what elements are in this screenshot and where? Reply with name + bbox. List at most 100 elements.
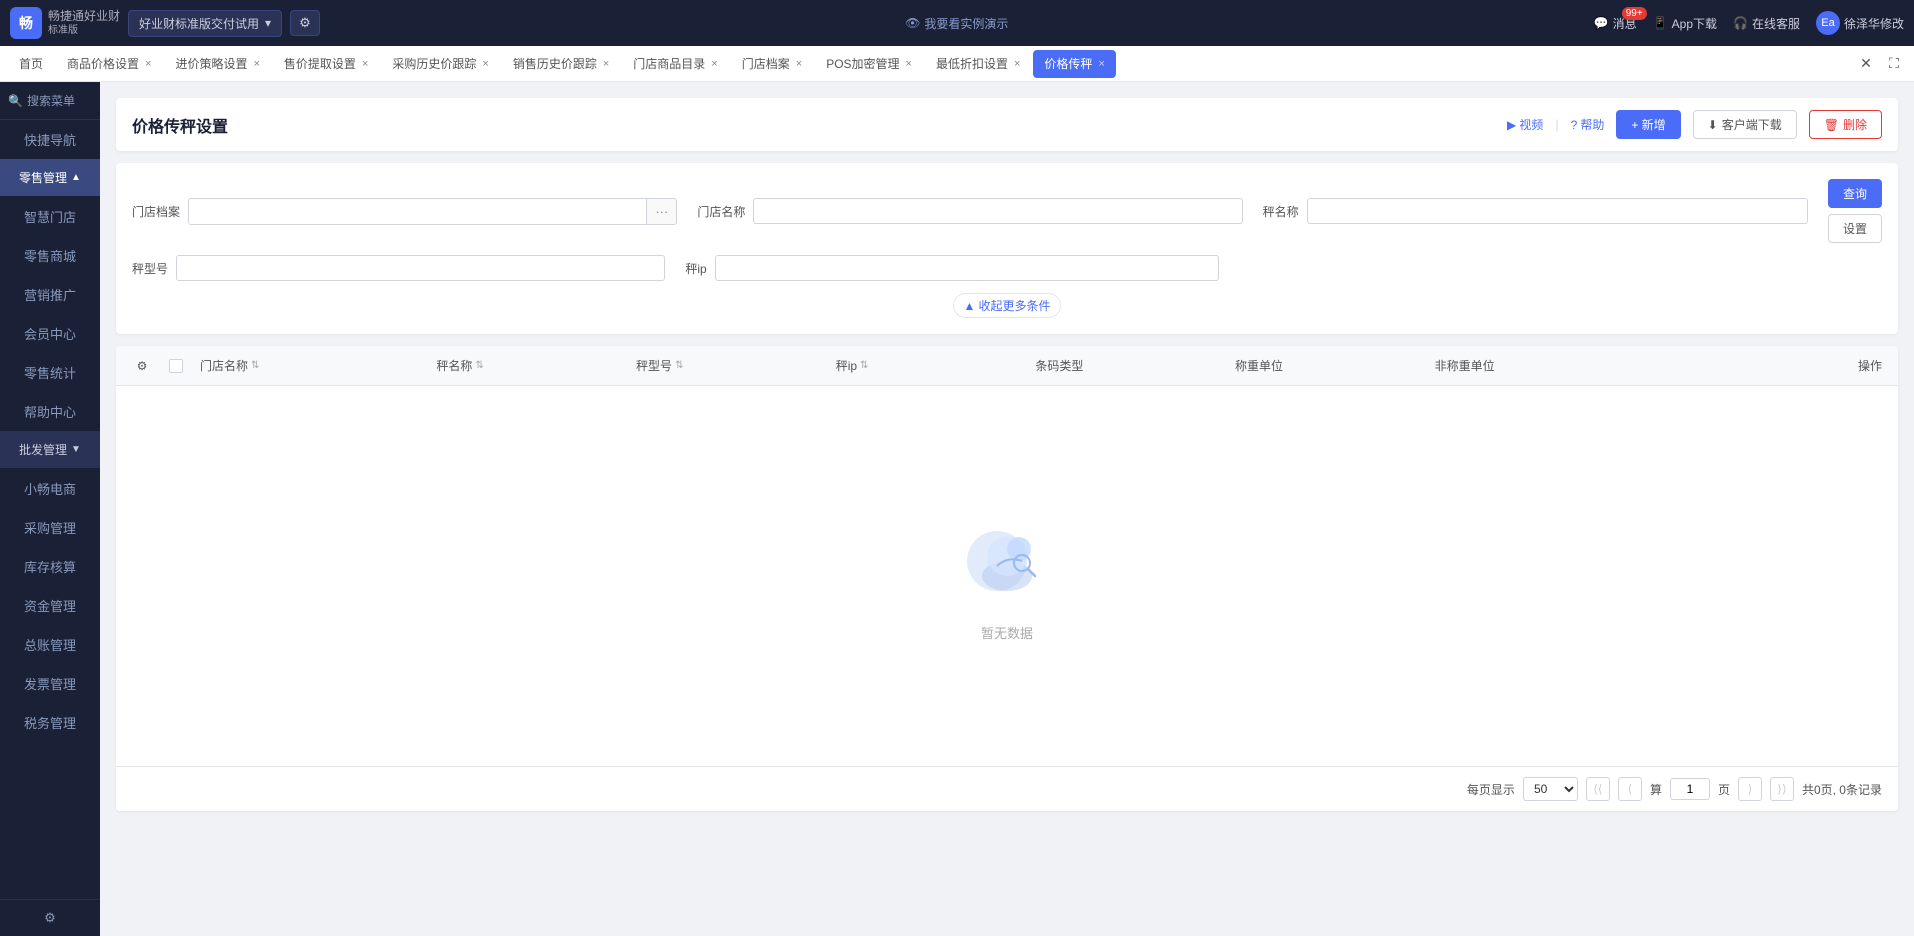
- table-card: ⚙ 门店名称 ⇅ 秤名称 ⇅ 秤型号 ⇅ 秤ip: [116, 346, 1898, 811]
- tab-close-all-button[interactable]: ✕: [1854, 52, 1878, 76]
- sidebar-item-quicknav[interactable]: 快捷导航: [0, 120, 100, 159]
- avatar: Ea: [1816, 11, 1840, 35]
- tab-advance-strategy[interactable]: 进价策略设置 ×: [164, 50, 270, 78]
- tab-store-catalog[interactable]: 门店商品目录 ×: [622, 50, 728, 78]
- filter-scale-type: 秤型号: [132, 255, 665, 281]
- sidebar-settings-button[interactable]: ⚙: [0, 899, 100, 936]
- store-name-input[interactable]: [753, 198, 1242, 224]
- scale-ip-input[interactable]: [715, 255, 1219, 281]
- th-barcode-type: 条码类型: [1027, 357, 1227, 374]
- filter-scale-ip: 秤ip: [685, 255, 1218, 281]
- gear-icon: ⚙: [299, 15, 311, 31]
- demo-link[interactable]: 👁 我要看实例演示: [905, 15, 1008, 32]
- app-download-button[interactable]: 📱 App下载: [1653, 15, 1717, 32]
- settings-button[interactable]: 设置: [1828, 214, 1882, 243]
- download-button[interactable]: ⬇ 客户端下载: [1693, 110, 1797, 139]
- th-action: 操作: [1810, 357, 1890, 374]
- next-page-button[interactable]: ⟩: [1738, 777, 1762, 801]
- tab-close-advance-strategy[interactable]: ×: [253, 58, 259, 70]
- sidebar-item-wholesale[interactable]: 批发管理 ▼: [0, 431, 100, 469]
- sidebar-item-inventory[interactable]: 库存核算: [0, 547, 100, 586]
- env-settings-button[interactable]: ⚙: [290, 10, 320, 36]
- tab-close-pos-manage[interactable]: ×: [906, 58, 912, 70]
- scale-name-input[interactable]: [1307, 198, 1808, 224]
- tab-home[interactable]: 首页: [8, 50, 54, 78]
- collapse-button[interactable]: ▲ 收起更多条件: [953, 293, 1062, 318]
- store-file-input[interactable]: [189, 199, 646, 223]
- app-logo-icon: 畅: [10, 7, 42, 39]
- sidebar-item-xiaochang[interactable]: 小畅电商: [0, 469, 100, 508]
- tab-purchase-history[interactable]: 采购历史价跟踪 ×: [381, 50, 499, 78]
- search-icon: 🔍: [8, 94, 23, 108]
- video-link[interactable]: ▶ 视频: [1507, 116, 1543, 133]
- chevron-down-icon-wholesale: ▼: [71, 444, 81, 455]
- tab-price-setting[interactable]: 商品价格设置 ×: [56, 50, 162, 78]
- select-all-checkbox[interactable]: [169, 359, 183, 373]
- tab-close-price-scale[interactable]: ×: [1098, 58, 1104, 70]
- sidebar-item-retail[interactable]: 零售管理 ▲: [0, 159, 100, 197]
- prev-page-button[interactable]: ⟨: [1618, 777, 1642, 801]
- sidebar-search[interactable]: 🔍 搜索菜单: [0, 82, 100, 120]
- content-area: 价格传秤设置 ▶ 视频 | ? 帮助 + 新增 ⬇ 客户端下载 🗑: [100, 82, 1914, 936]
- sidebar: 🔍 搜索菜单 快捷导航 零售管理 ▲ 智慧门店 零售商城 营销推广 会员中心 零…: [0, 82, 100, 936]
- app-logo: 畅 畅捷通好业财 标准版: [10, 7, 120, 39]
- top-bar: 畅 畅捷通好业财 标准版 好业财标准版交付试用 ▾ ⚙ 👁 我要看实例演示 💬 …: [0, 0, 1914, 46]
- sort-icon-scale-type[interactable]: ⇅: [675, 360, 683, 371]
- sort-icon-store-name[interactable]: ⇅: [251, 360, 259, 371]
- query-button[interactable]: 查询: [1828, 179, 1882, 208]
- filter-store-file: 门店档案 ···: [132, 198, 677, 225]
- download-icon: 📱: [1653, 16, 1668, 30]
- sidebar-item-ledger[interactable]: 总账管理: [0, 625, 100, 664]
- tab-expand-button[interactable]: ⛶: [1882, 52, 1906, 76]
- delete-button[interactable]: 🗑 删除: [1809, 110, 1882, 139]
- sidebar-item-retail-mall[interactable]: 零售商城: [0, 236, 100, 275]
- th-settings[interactable]: ⚙: [124, 359, 160, 373]
- table-header: ⚙ 门店名称 ⇅ 秤名称 ⇅ 秤型号 ⇅ 秤ip: [116, 346, 1898, 386]
- add-button[interactable]: + 新增: [1616, 110, 1680, 139]
- first-page-button[interactable]: ⟨⟨: [1586, 777, 1610, 801]
- page-input[interactable]: [1670, 778, 1710, 800]
- download-icon-btn: ⬇: [1708, 118, 1718, 132]
- user-info[interactable]: Ea 徐泽华修改: [1816, 11, 1904, 35]
- th-checkbox[interactable]: [160, 359, 192, 373]
- help-link[interactable]: ? 帮助: [1571, 116, 1605, 133]
- top-bar-center: 👁 我要看实例演示: [905, 15, 1008, 32]
- tab-close-price-setting[interactable]: ×: [145, 58, 151, 70]
- tab-close-sale-history[interactable]: ×: [603, 58, 609, 70]
- sort-icon-scale-name[interactable]: ⇅: [475, 360, 483, 371]
- online-service-button[interactable]: 🎧 在线客服: [1733, 15, 1800, 32]
- tab-min-discount[interactable]: 最低折扣设置 ×: [925, 50, 1031, 78]
- collapse-btn-wrapper: ▲ 收起更多条件: [132, 293, 1882, 318]
- tab-price-scale[interactable]: 价格传秤 ×: [1033, 50, 1115, 78]
- sidebar-item-retail-stat[interactable]: 零售统计: [0, 353, 100, 392]
- tab-bar-actions: ✕ ⛶: [1854, 52, 1906, 76]
- tab-store-file[interactable]: 门店档案 ×: [731, 50, 813, 78]
- sidebar-item-help[interactable]: 帮助中心: [0, 392, 100, 431]
- tab-pos-manage[interactable]: POS加密管理 ×: [815, 50, 923, 78]
- sidebar-item-invoice[interactable]: 发票管理: [0, 664, 100, 703]
- tab-close-purchase-history[interactable]: ×: [482, 58, 488, 70]
- tab-close-store-catalog[interactable]: ×: [711, 58, 717, 70]
- tab-close-min-discount[interactable]: ×: [1014, 58, 1020, 70]
- sidebar-item-member[interactable]: 会员中心: [0, 314, 100, 353]
- headset-icon: 🎧: [1733, 16, 1748, 30]
- page-size-select[interactable]: 50 10 20 100: [1523, 777, 1578, 801]
- last-page-button[interactable]: ⟩⟩: [1770, 777, 1794, 801]
- tab-close-sale-price[interactable]: ×: [362, 58, 368, 70]
- scale-type-input[interactable]: [176, 255, 665, 281]
- sidebar-item-finance[interactable]: 资金管理: [0, 586, 100, 625]
- tab-close-store-file[interactable]: ×: [796, 58, 802, 70]
- sidebar-item-purchase[interactable]: 采购管理: [0, 508, 100, 547]
- filter-row-1: 门店档案 ··· 门店名称 秤名称 查询 设置: [132, 179, 1882, 243]
- tab-sale-price[interactable]: 售价提取设置 ×: [273, 50, 379, 78]
- sidebar-item-tax[interactable]: 税务管理: [0, 703, 100, 742]
- tab-sale-history[interactable]: 销售历史价跟踪 ×: [502, 50, 620, 78]
- store-file-ellipsis-button[interactable]: ···: [646, 199, 676, 224]
- eye-icon: 👁: [905, 16, 920, 30]
- message-button[interactable]: 💬 消息 99+: [1594, 15, 1637, 32]
- help-icon: ?: [1571, 118, 1578, 132]
- sort-icon-scale-ip[interactable]: ⇅: [860, 360, 868, 371]
- env-select[interactable]: 好业财标准版交付试用 ▾: [128, 10, 282, 37]
- sidebar-item-smart-store[interactable]: 智慧门店: [0, 197, 100, 236]
- sidebar-item-marketing[interactable]: 营销推广: [0, 275, 100, 314]
